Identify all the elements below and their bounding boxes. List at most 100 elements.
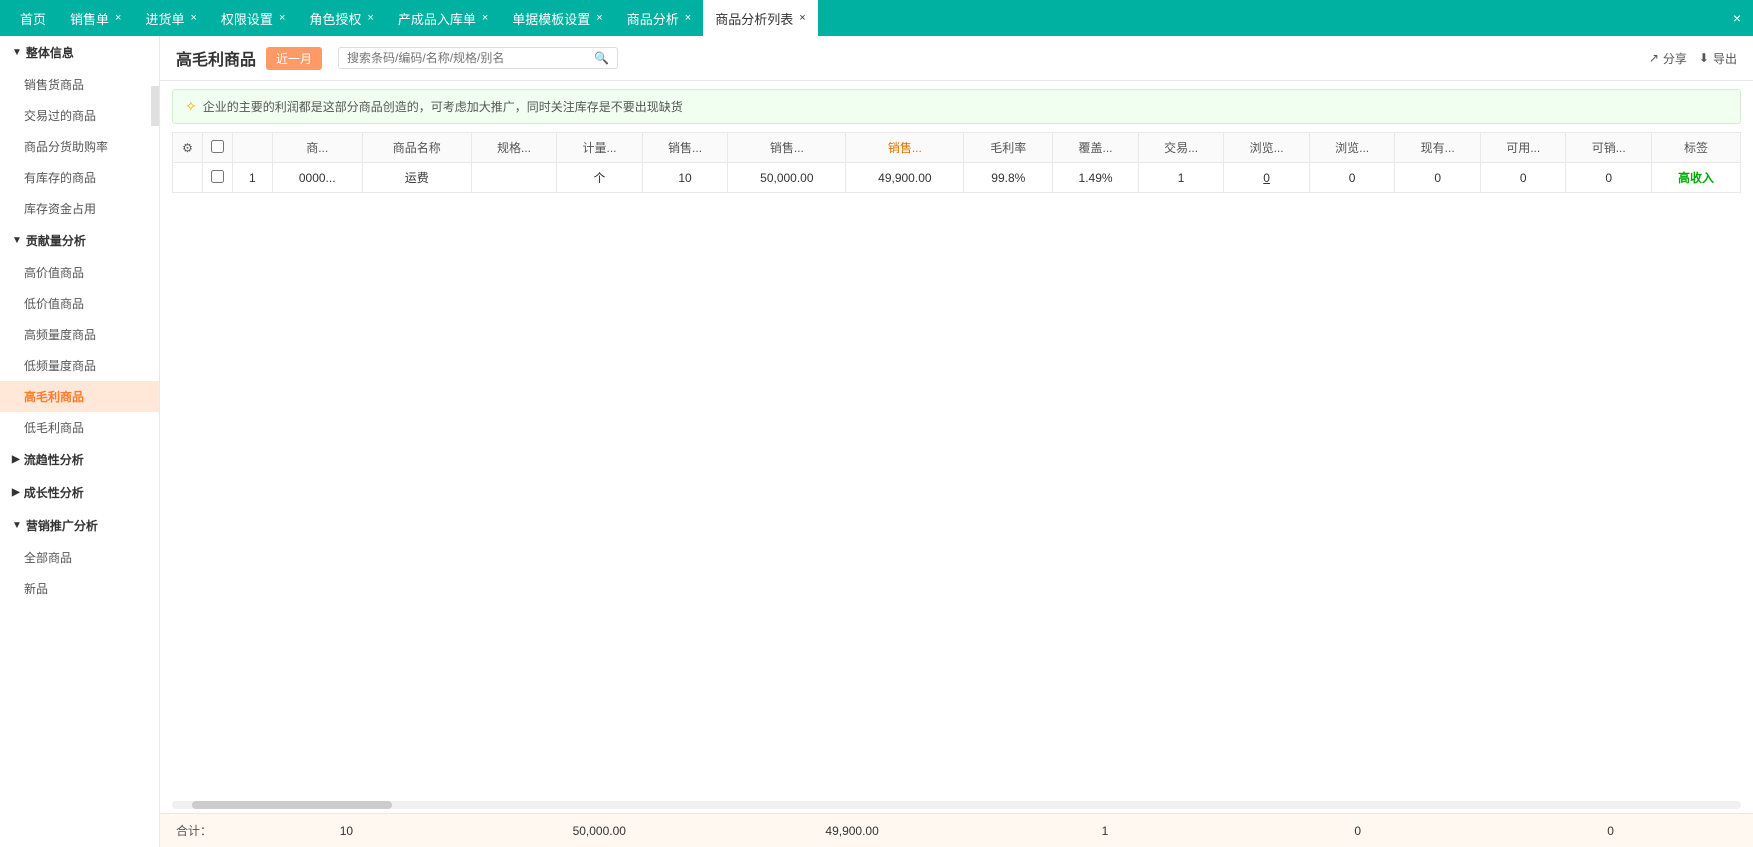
sidebar-collapse-button[interactable]: 《: [151, 86, 160, 126]
col-header-unit[interactable]: 计量...: [557, 133, 643, 163]
col-header-gross-rate[interactable]: 毛利率: [964, 133, 1053, 163]
nav-goods-analysis[interactable]: 商品分析 ×: [615, 0, 703, 36]
section-arrow-marketing: ▼: [12, 520, 22, 531]
footer-sales-profit: 49,900.00: [726, 824, 979, 838]
sidebar-section-trend[interactable]: ▶ 流趋性分析: [0, 443, 159, 476]
sidebar-section-contribution[interactable]: ▼ 贡献量分析: [0, 224, 159, 257]
nav-product-entry[interactable]: 产成品入库单 ×: [386, 0, 500, 36]
sidebar-item-stock-goods[interactable]: 有库存的商品: [0, 162, 159, 193]
horizontal-scrollbar[interactable]: [172, 801, 1741, 809]
col-header-cover[interactable]: 覆盖...: [1053, 133, 1139, 163]
col-header-seq: [233, 133, 273, 163]
sidebar: 《 ▼ 整体信息 销售货商品 交易过的商品 商品分货助购率 有库存的商品 库存资…: [0, 36, 160, 847]
export-button[interactable]: ⬇ 导出: [1699, 50, 1737, 67]
col-header-sales-qty[interactable]: 销售...: [642, 133, 728, 163]
nav-home[interactable]: 首页: [8, 0, 58, 36]
footer-sales-amt: 50,000.00: [473, 824, 726, 838]
window-controls: ×: [1729, 10, 1745, 26]
col-header-sales-profit[interactable]: 销售...: [846, 133, 964, 163]
cell-code: 0000...: [272, 163, 362, 193]
footer-avail1: 0: [1231, 824, 1484, 838]
cell-tag: 高收入: [1652, 163, 1741, 193]
sidebar-item-all-goods[interactable]: 全部商品: [0, 542, 159, 573]
col-header-avail2[interactable]: 可用...: [1480, 133, 1566, 163]
close-icon[interactable]: ×: [685, 12, 691, 24]
cell-avail1: 0: [1395, 163, 1481, 193]
content-header: 高毛利商品 近一月 🔍 ↗ 分享 ⬇ 导出: [160, 36, 1753, 81]
footer-avail2: 0: [1484, 824, 1737, 838]
sidebar-item-low-margin[interactable]: 低毛利商品: [0, 412, 159, 443]
footer-values: 10 50,000.00 49,900.00 1 0 0: [220, 824, 1737, 838]
info-icon: ✧: [185, 98, 197, 115]
sidebar-item-new-goods[interactable]: 新品: [0, 573, 159, 604]
top-navigation: 首页 销售单 × 进货单 × 权限设置 × 角色授权 × 产成品入库单 × 单据…: [0, 0, 1753, 36]
scroll-thumb[interactable]: [192, 801, 392, 809]
header-actions: ↗ 分享 ⬇ 导出: [1649, 50, 1737, 67]
sidebar-item-traded-goods[interactable]: 交易过的商品: [0, 100, 159, 131]
cell-trade: 1: [1138, 163, 1224, 193]
sidebar-section-growth[interactable]: ▶ 成长性分析: [0, 476, 159, 509]
info-text: 企业的主要的利润都是这部分商品创造的，可考虑加大推广，同时关注库存是不要出现缺货: [203, 98, 683, 115]
col-header-spec[interactable]: 规格...: [471, 133, 557, 163]
col-header-name[interactable]: 商品名称: [362, 133, 471, 163]
col-header-sales-amt[interactable]: 销售...: [728, 133, 846, 163]
footer-label: 合计：: [176, 822, 212, 839]
footer-sales-qty: 10: [220, 824, 473, 838]
section-arrow-contribution: ▼: [12, 235, 22, 246]
nav-sales[interactable]: 销售单 ×: [58, 0, 133, 36]
sidebar-section-overall[interactable]: ▼ 整体信息: [0, 36, 159, 69]
table-wrapper: ⚙ 商... 商品名称 规格... 计量... 销售... 销售... 销售..…: [172, 132, 1741, 801]
search-icon[interactable]: 🔍: [594, 51, 609, 65]
col-header-settings[interactable]: ⚙: [173, 133, 203, 163]
row-checkbox[interactable]: [211, 170, 224, 183]
search-input[interactable]: [347, 51, 594, 65]
cell-settings: [173, 163, 203, 193]
sidebar-item-goods-assist[interactable]: 商品分货助购率: [0, 131, 159, 162]
nav-template[interactable]: 单据模板设置 ×: [500, 0, 614, 36]
col-header-check[interactable]: [203, 133, 233, 163]
nav-goods-analysis-list[interactable]: 商品分析列表 ×: [703, 0, 817, 36]
cell-gross-rate: 99.8%: [964, 163, 1053, 193]
share-button[interactable]: ↗ 分享: [1649, 50, 1687, 67]
col-header-avail1[interactable]: 现有...: [1395, 133, 1481, 163]
cell-avail2: 0: [1480, 163, 1566, 193]
sidebar-item-low-value[interactable]: 低价值商品: [0, 288, 159, 319]
cell-check[interactable]: [203, 163, 233, 193]
sidebar-item-low-freq[interactable]: 低频量度商品: [0, 350, 159, 381]
nav-role[interactable]: 角色授权 ×: [297, 0, 385, 36]
cell-seq: 1: [233, 163, 273, 193]
cell-browse2: 0: [1309, 163, 1395, 193]
close-icon[interactable]: ×: [190, 12, 196, 24]
content-area: 高毛利商品 近一月 🔍 ↗ 分享 ⬇ 导出: [160, 36, 1753, 847]
close-icon[interactable]: ×: [799, 12, 805, 24]
cell-sales-qty: 10: [642, 163, 728, 193]
select-all-checkbox[interactable]: [211, 140, 224, 153]
sidebar-item-stock-capital[interactable]: 库存资金占用: [0, 193, 159, 224]
col-header-browse2[interactable]: 浏览...: [1309, 133, 1395, 163]
col-header-browse1[interactable]: 浏览...: [1224, 133, 1310, 163]
window-close-button[interactable]: ×: [1729, 10, 1745, 26]
sidebar-item-sales-goods[interactable]: 销售货商品: [0, 69, 159, 100]
col-header-trade[interactable]: 交易...: [1138, 133, 1224, 163]
cell-unit: 个: [557, 163, 643, 193]
cell-browse1[interactable]: 0: [1224, 163, 1310, 193]
col-header-tag[interactable]: 标签: [1652, 133, 1741, 163]
sidebar-item-high-margin[interactable]: 高毛利商品: [0, 381, 159, 412]
cell-saleable: 0: [1566, 163, 1652, 193]
sidebar-section-marketing[interactable]: ▼ 营销推广分析: [0, 509, 159, 542]
cell-spec: [471, 163, 557, 193]
col-header-code[interactable]: 商...: [272, 133, 362, 163]
nav-permission[interactable]: 权限设置 ×: [209, 0, 297, 36]
cell-sales-profit: 49,900.00: [846, 163, 964, 193]
close-icon[interactable]: ×: [482, 12, 488, 24]
sidebar-item-high-freq[interactable]: 高频量度商品: [0, 319, 159, 350]
filter-button[interactable]: 近一月: [266, 47, 322, 70]
close-icon[interactable]: ×: [115, 12, 121, 24]
close-icon[interactable]: ×: [596, 12, 602, 24]
col-header-saleable[interactable]: 可销...: [1566, 133, 1652, 163]
close-icon[interactable]: ×: [279, 12, 285, 24]
close-icon[interactable]: ×: [367, 12, 373, 24]
sidebar-item-high-value[interactable]: 高价值商品: [0, 257, 159, 288]
page-title: 高毛利商品: [176, 46, 256, 70]
nav-purchase[interactable]: 进货单 ×: [133, 0, 208, 36]
